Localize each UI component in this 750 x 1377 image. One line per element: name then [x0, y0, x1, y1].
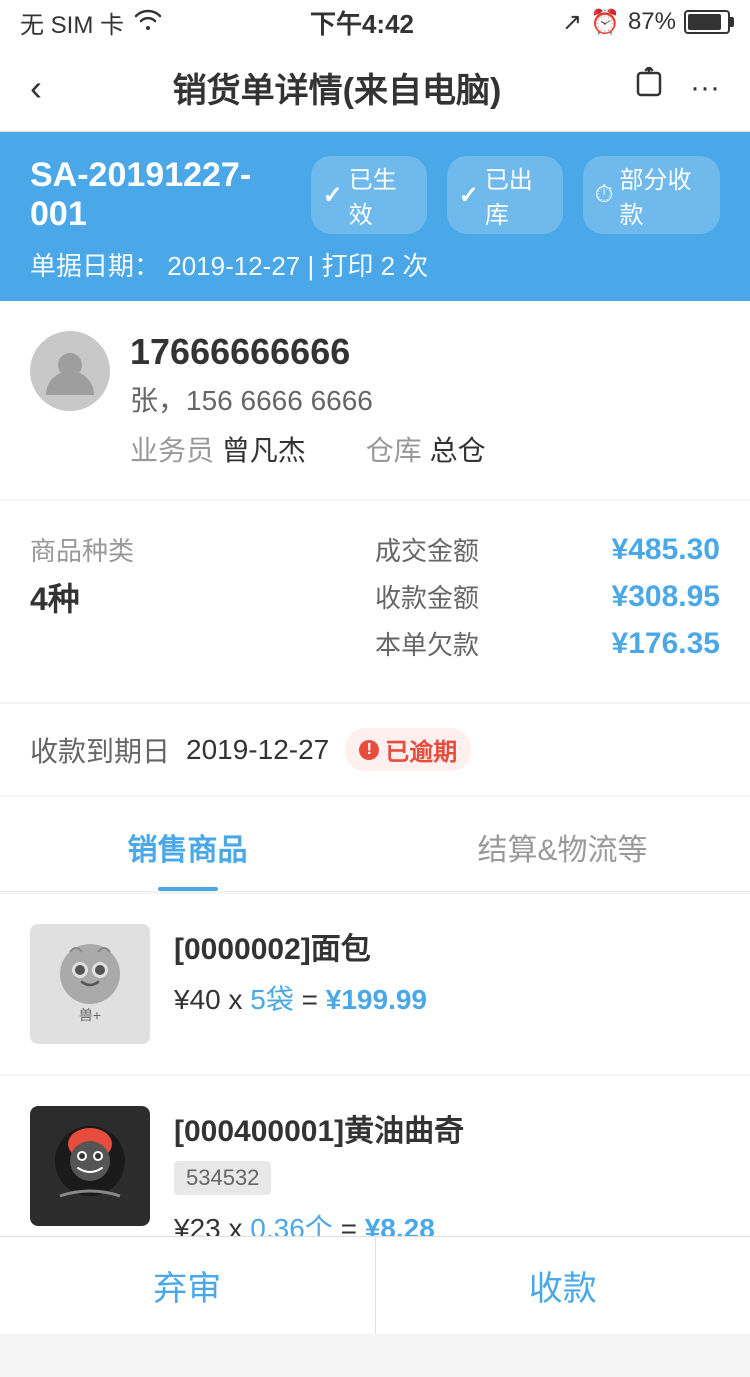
collected-value: ¥308.95: [612, 580, 720, 614]
tab-row: 销售商品 结算&物流等: [0, 797, 750, 892]
check-icon-2: [459, 181, 479, 210]
product-tag-2: 534532: [174, 1161, 271, 1195]
tab-settlement[interactable]: 结算&物流等: [375, 797, 750, 891]
overdue-label: 已逾期: [385, 732, 457, 767]
status-time: 下午4:42: [310, 4, 414, 41]
customer-id: 17666666666: [130, 331, 720, 373]
more-icon[interactable]: ···: [690, 71, 720, 105]
product-info-2: [000400001]黄油曲奇 534532 ¥23 x 0.36个 = ¥8.…: [174, 1106, 720, 1247]
stats-section: 商品种类 4种 成交金额 ¥485.30 收款金额 ¥308.95 本单欠款 ¥…: [0, 501, 750, 702]
amount-value: ¥485.30: [612, 533, 720, 567]
overdue-icon: !: [359, 740, 379, 760]
confirm-button[interactable]: 收款: [376, 1237, 750, 1334]
wifi-icon: [134, 8, 162, 37]
share-icon[interactable]: [632, 67, 666, 109]
debt-label: 本单欠款: [375, 625, 479, 662]
customer-info: 17666666666 张，156 6666 6666 业务员 曾凡杰 仓库 总…: [130, 331, 720, 469]
status-right: ↗ ⏰ 87%: [562, 8, 730, 37]
page-title: 销货单详情(来自电脑): [173, 63, 502, 112]
overdue-badge: ! 已逾期: [345, 728, 471, 771]
stats-left: 商品种类 4种: [30, 531, 375, 620]
product-list: 兽+ [0000002]面包 ¥40 x 5袋 = ¥199.99: [0, 894, 750, 1277]
badge-partial: 部分收款: [583, 156, 720, 234]
status-left: 无 SIM 卡: [20, 5, 162, 40]
header-date-row: 单据日期： 2019-12-27 | 打印 2 次: [30, 246, 720, 283]
due-section: 收款到期日 2019-12-27 ! 已逾期: [0, 704, 750, 795]
tab-sales-products[interactable]: 销售商品: [0, 797, 375, 891]
product-thumbnail-2: [30, 1106, 150, 1226]
order-date: 2019-12-27: [167, 251, 300, 281]
collected-label: 收款金额: [375, 578, 479, 615]
badge-effective: 已生效: [311, 156, 427, 234]
collected-row: 收款金额 ¥308.95: [375, 578, 720, 615]
customer-meta: 业务员 曾凡杰 仓库 总仓: [130, 429, 720, 469]
list-item: 兽+ [0000002]面包 ¥40 x 5袋 = ¥199.99: [0, 894, 750, 1074]
customer-name: 张，156 6666 6666: [130, 379, 720, 419]
cancel-button[interactable]: 弃审: [0, 1237, 376, 1334]
bottom-bar: 弃审 收款: [0, 1236, 750, 1334]
debt-value: ¥176.35: [612, 627, 720, 661]
svg-text:兽+: 兽+: [79, 1007, 101, 1023]
header-banner: SA-20191227-001 已生效 已出库 部分收款 单据日期： 2019-…: [0, 132, 750, 301]
alarm-icon: ⏰: [590, 8, 620, 37]
order-id: SA-20191227-001: [30, 156, 291, 234]
product-name-1: [0000002]面包: [174, 924, 720, 968]
battery-icon: [684, 10, 730, 34]
warehouse-row: 仓库 总仓: [366, 429, 486, 469]
product-price-1: ¥40 x 5袋 = ¥199.99: [174, 978, 720, 1018]
stats-right: 成交金额 ¥485.30 收款金额 ¥308.95 本单欠款 ¥176.35: [375, 531, 720, 672]
product-total-1: ¥199.99: [326, 984, 427, 1015]
customer-section: 17666666666 张，156 6666 6666 业务员 曾凡杰 仓库 总…: [0, 301, 750, 499]
due-label: 收款到期日: [30, 730, 170, 770]
product-qty-1: 5袋: [250, 984, 294, 1015]
back-button[interactable]: ‹: [30, 67, 42, 109]
product-name-2: [000400001]黄油曲奇: [174, 1106, 720, 1150]
due-date: 2019-12-27: [186, 734, 329, 766]
product-thumbnail-1: 兽+: [30, 924, 150, 1044]
carrier-label: 无 SIM 卡: [20, 5, 124, 40]
clock-icon: [595, 181, 614, 209]
header-row1: SA-20191227-001 已生效 已出库 部分收款: [30, 156, 720, 234]
check-icon: [323, 181, 343, 210]
salesperson-row: 业务员 曾凡杰: [130, 429, 306, 469]
amount-row: 成交金额 ¥485.30: [375, 531, 720, 568]
amount-label: 成交金额: [375, 531, 479, 568]
nav-actions: ···: [632, 67, 720, 109]
debt-row: 本单欠款 ¥176.35: [375, 625, 720, 662]
battery-label: 87%: [628, 8, 676, 36]
type-value: 4种: [30, 574, 375, 620]
type-label: 商品种类: [30, 531, 375, 568]
status-bar: 无 SIM 卡 下午4:42 ↗ ⏰ 87%: [0, 0, 750, 44]
location-icon: ↗: [562, 8, 582, 37]
avatar: [30, 331, 110, 411]
product-info-1: [0000002]面包 ¥40 x 5袋 = ¥199.99: [174, 924, 720, 1018]
badge-shipped: 已出库: [447, 156, 563, 234]
nav-bar: ‹ 销货单详情(来自电脑) ···: [0, 44, 750, 132]
tab-section: 销售商品 结算&物流等: [0, 797, 750, 892]
